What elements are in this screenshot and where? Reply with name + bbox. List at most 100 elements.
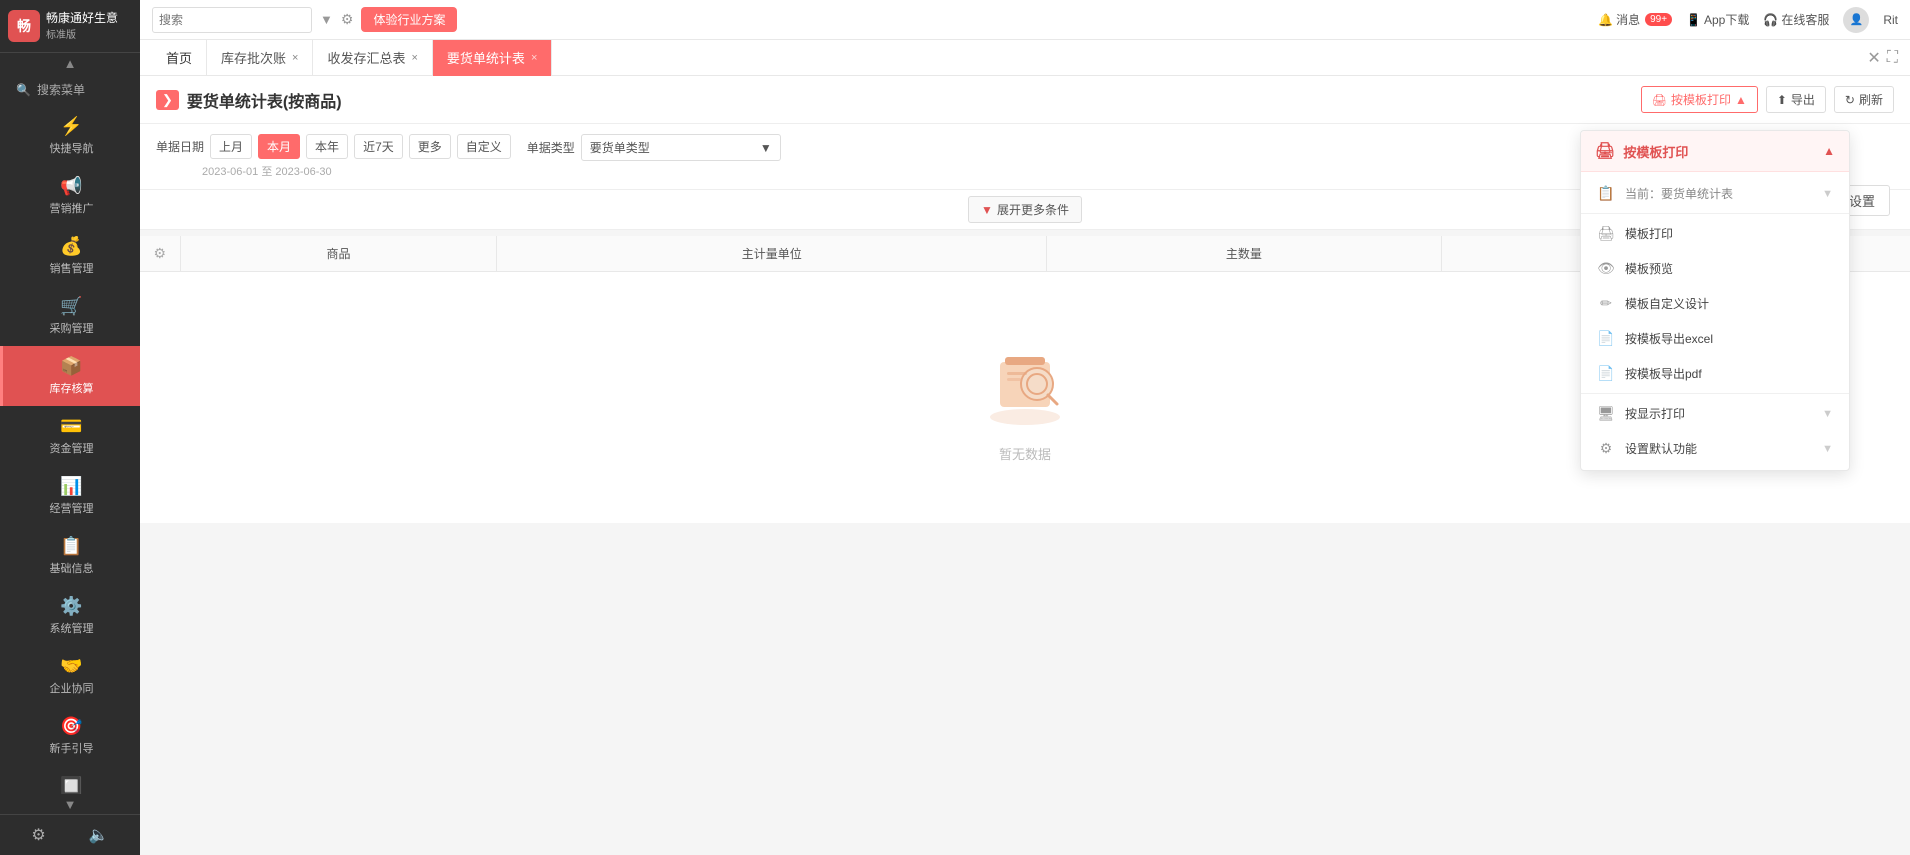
- print-export-excel[interactable]: 📄 按模板导出excel: [1581, 321, 1849, 356]
- display-print-label: 按显示打印: [1625, 405, 1685, 422]
- user-avatar[interactable]: 👤: [1843, 7, 1869, 33]
- scroll-up-btn[interactable]: ▲: [0, 53, 140, 73]
- sidebar-item-label: 库存核算: [50, 380, 94, 396]
- sidebar-item-collab[interactable]: 🤝 企业协同: [0, 646, 140, 706]
- topbar-dropdown-arrow[interactable]: ▼: [320, 12, 333, 27]
- design-icon: ✏: [1597, 295, 1615, 312]
- printer-icon: 🖨: [1652, 93, 1667, 107]
- topbar-search-input[interactable]: [152, 7, 312, 33]
- trial-btn[interactable]: 体验行业方案: [361, 7, 457, 32]
- refresh-btn[interactable]: ↻ 刷新: [1834, 86, 1894, 113]
- date-current-year-btn[interactable]: 本年: [306, 134, 348, 159]
- print-template-preview[interactable]: 👁 模板预览: [1581, 251, 1849, 286]
- type-filter-chevron: ▼: [760, 141, 772, 155]
- sidebar-item-inventory[interactable]: 📦 库存核算: [0, 346, 140, 406]
- expand-conditions-btn[interactable]: ▼ 展开更多条件: [968, 196, 1082, 223]
- sidebar-item-basic[interactable]: 📋 基础信息: [0, 526, 140, 586]
- refresh-icon: ↻: [1845, 93, 1855, 107]
- set-default-func[interactable]: ⚙ 设置默认功能 ▼: [1581, 431, 1849, 466]
- page-header: ❯ 要货单统计表(按商品) 🖨 按模板打印 ▲ ⬆ 导出 ↻ 刷新: [140, 76, 1910, 124]
- tab-home[interactable]: 首页: [152, 40, 207, 76]
- print-current-label: 当前：要货单统计表: [1625, 185, 1733, 202]
- sidebar-item-operation[interactable]: 📊 经营管理: [0, 466, 140, 526]
- sidebar-search[interactable]: 🔍 搜索菜单: [0, 73, 140, 106]
- export-pdf-label: 按模板导出pdf: [1625, 365, 1702, 382]
- print-template-print[interactable]: 🖨 模板打印: [1581, 216, 1849, 251]
- mobile-icon: 📱: [1686, 13, 1701, 27]
- print-dropdown-header-label: 按模板打印: [1623, 142, 1688, 161]
- print-template-btn[interactable]: 🖨 按模板打印 ▲: [1641, 86, 1758, 113]
- type-filter-select[interactable]: 要货单类型 ▼: [581, 134, 781, 161]
- tab-inventory-batch-close[interactable]: ×: [292, 52, 298, 64]
- speaker-icon[interactable]: 🔈: [89, 825, 109, 845]
- print-template-label: 按模板打印: [1671, 91, 1731, 108]
- export-icon: ⬆: [1777, 93, 1787, 107]
- date-more-btn[interactable]: 更多: [409, 134, 451, 159]
- date-range-text: 2023-06-01 至 2023-06-30: [202, 163, 511, 179]
- username: Rit: [1883, 13, 1898, 27]
- sidebar-item-label: 经营管理: [50, 500, 94, 516]
- system-icon: ⚙️: [60, 596, 82, 617]
- tab-receipts-summary-close[interactable]: ×: [411, 52, 417, 64]
- guide-icon: 🎯: [60, 716, 82, 737]
- print-export-pdf[interactable]: 📄 按模板导出pdf: [1581, 356, 1849, 391]
- print-display[interactable]: 🖥 按显示打印 ▼: [1581, 396, 1849, 431]
- online-service-btn[interactable]: 🎧 在线客服: [1763, 11, 1829, 28]
- sidebar-item-purchase[interactable]: 🛒 采购管理: [0, 286, 140, 346]
- type-filter: 单据类型 要货单类型 ▼: [527, 134, 781, 161]
- app-download-btn[interactable]: 📱 App下载: [1686, 11, 1749, 28]
- settings-bottom-icon[interactable]: ⚙: [31, 825, 45, 845]
- tab-receipts-summary[interactable]: 收发存汇总表 ×: [313, 40, 432, 76]
- app-logo: 畅 畅康通好生意 标准版: [0, 0, 140, 53]
- export-btn[interactable]: ⬆ 导出: [1766, 86, 1826, 113]
- collapse-sidebar-btn[interactable]: ❯: [156, 90, 179, 110]
- sidebar: 畅 畅康通好生意 标准版 ▲ 🔍 搜索菜单 ⚡ 快捷导航 📢 营销推广 💰 销售…: [0, 0, 140, 855]
- print-current-template[interactable]: 📋 当前：要货单统计表 ▼: [1581, 176, 1849, 211]
- export-excel-label: 按模板导出excel: [1625, 330, 1713, 347]
- sidebar-item-system[interactable]: ⚙️ 系统管理: [0, 586, 140, 646]
- sidebar-nav: ⚡ 快捷导航 📢 营销推广 💰 销售管理 🛒 采购管理 📦 库存核算 💳 资金管…: [0, 106, 140, 794]
- date-current-month-btn[interactable]: 本月: [258, 134, 300, 159]
- sidebar-search-label: 搜索菜单: [37, 81, 85, 98]
- type-filter-controls: 单据类型 要货单类型 ▼: [527, 134, 781, 161]
- print-dropdown-section: 📋 当前：要货单统计表 ▼ 🖨 模板打印 👁 模板预览 ✏ 模板自定义设计 📄 …: [1581, 172, 1849, 470]
- sidebar-item-appstore[interactable]: 🔲 应用中心: [0, 766, 140, 794]
- expand-tabs-btn[interactable]: ⛶: [1887, 48, 1898, 68]
- th-settings: ⚙: [140, 236, 180, 272]
- topbar-gear-icon[interactable]: ⚙: [341, 11, 354, 28]
- date-filter-label: 单据日期: [156, 138, 204, 155]
- print-template-arrow-up: ▲: [1735, 93, 1747, 107]
- column-settings-icon[interactable]: ⚙: [153, 245, 166, 261]
- search-icon: 🔍: [16, 83, 31, 97]
- headset-icon: 🎧: [1763, 13, 1778, 27]
- refresh-label: 刷新: [1859, 91, 1883, 108]
- tab-order-stats-close[interactable]: ×: [531, 52, 537, 64]
- sidebar-item-quick-nav[interactable]: ⚡ 快捷导航: [0, 106, 140, 166]
- sidebar-item-sales[interactable]: 💰 销售管理: [0, 226, 140, 286]
- tab-order-stats[interactable]: 要货单统计表 ×: [433, 40, 552, 76]
- print-dropdown-header[interactable]: 🖨 按模板打印 ▲: [1581, 131, 1849, 172]
- sidebar-item-label: 企业协同: [50, 680, 94, 696]
- sidebar-item-finance[interactable]: 💳 资金管理: [0, 406, 140, 466]
- date-custom-btn[interactable]: 自定义: [457, 134, 511, 159]
- inventory-icon: 📦: [60, 356, 82, 377]
- page-title: 要货单统计表(按商品): [187, 88, 342, 112]
- avatar-placeholder: 👤: [1849, 13, 1863, 26]
- th-product: 商品: [180, 236, 497, 272]
- messages-btn[interactable]: 🔔 消息 99+: [1598, 11, 1672, 28]
- sidebar-item-marketing[interactable]: 📢 营销推广: [0, 166, 140, 226]
- tab-home-label: 首页: [166, 48, 192, 67]
- sidebar-item-label: 采购管理: [50, 320, 94, 336]
- date-last-7-days-btn[interactable]: 近7天: [354, 134, 403, 159]
- sidebar-item-guide[interactable]: 🎯 新手引导: [0, 706, 140, 766]
- close-all-tabs-btn[interactable]: ✕: [1867, 48, 1880, 68]
- display-print-icon: 🖥: [1597, 405, 1615, 422]
- print-template-design[interactable]: ✏ 模板自定义设计: [1581, 286, 1849, 321]
- default-func-label: 设置默认功能: [1625, 440, 1697, 457]
- scroll-down-btn[interactable]: ▼: [0, 794, 140, 814]
- tab-inventory-batch[interactable]: 库存批次账 ×: [207, 40, 313, 76]
- template-print-label: 模板打印: [1625, 225, 1673, 242]
- sidebar-item-label: 资金管理: [50, 440, 94, 456]
- sidebar-item-label: 基础信息: [50, 560, 94, 576]
- date-prev-month-btn[interactable]: 上月: [210, 134, 252, 159]
